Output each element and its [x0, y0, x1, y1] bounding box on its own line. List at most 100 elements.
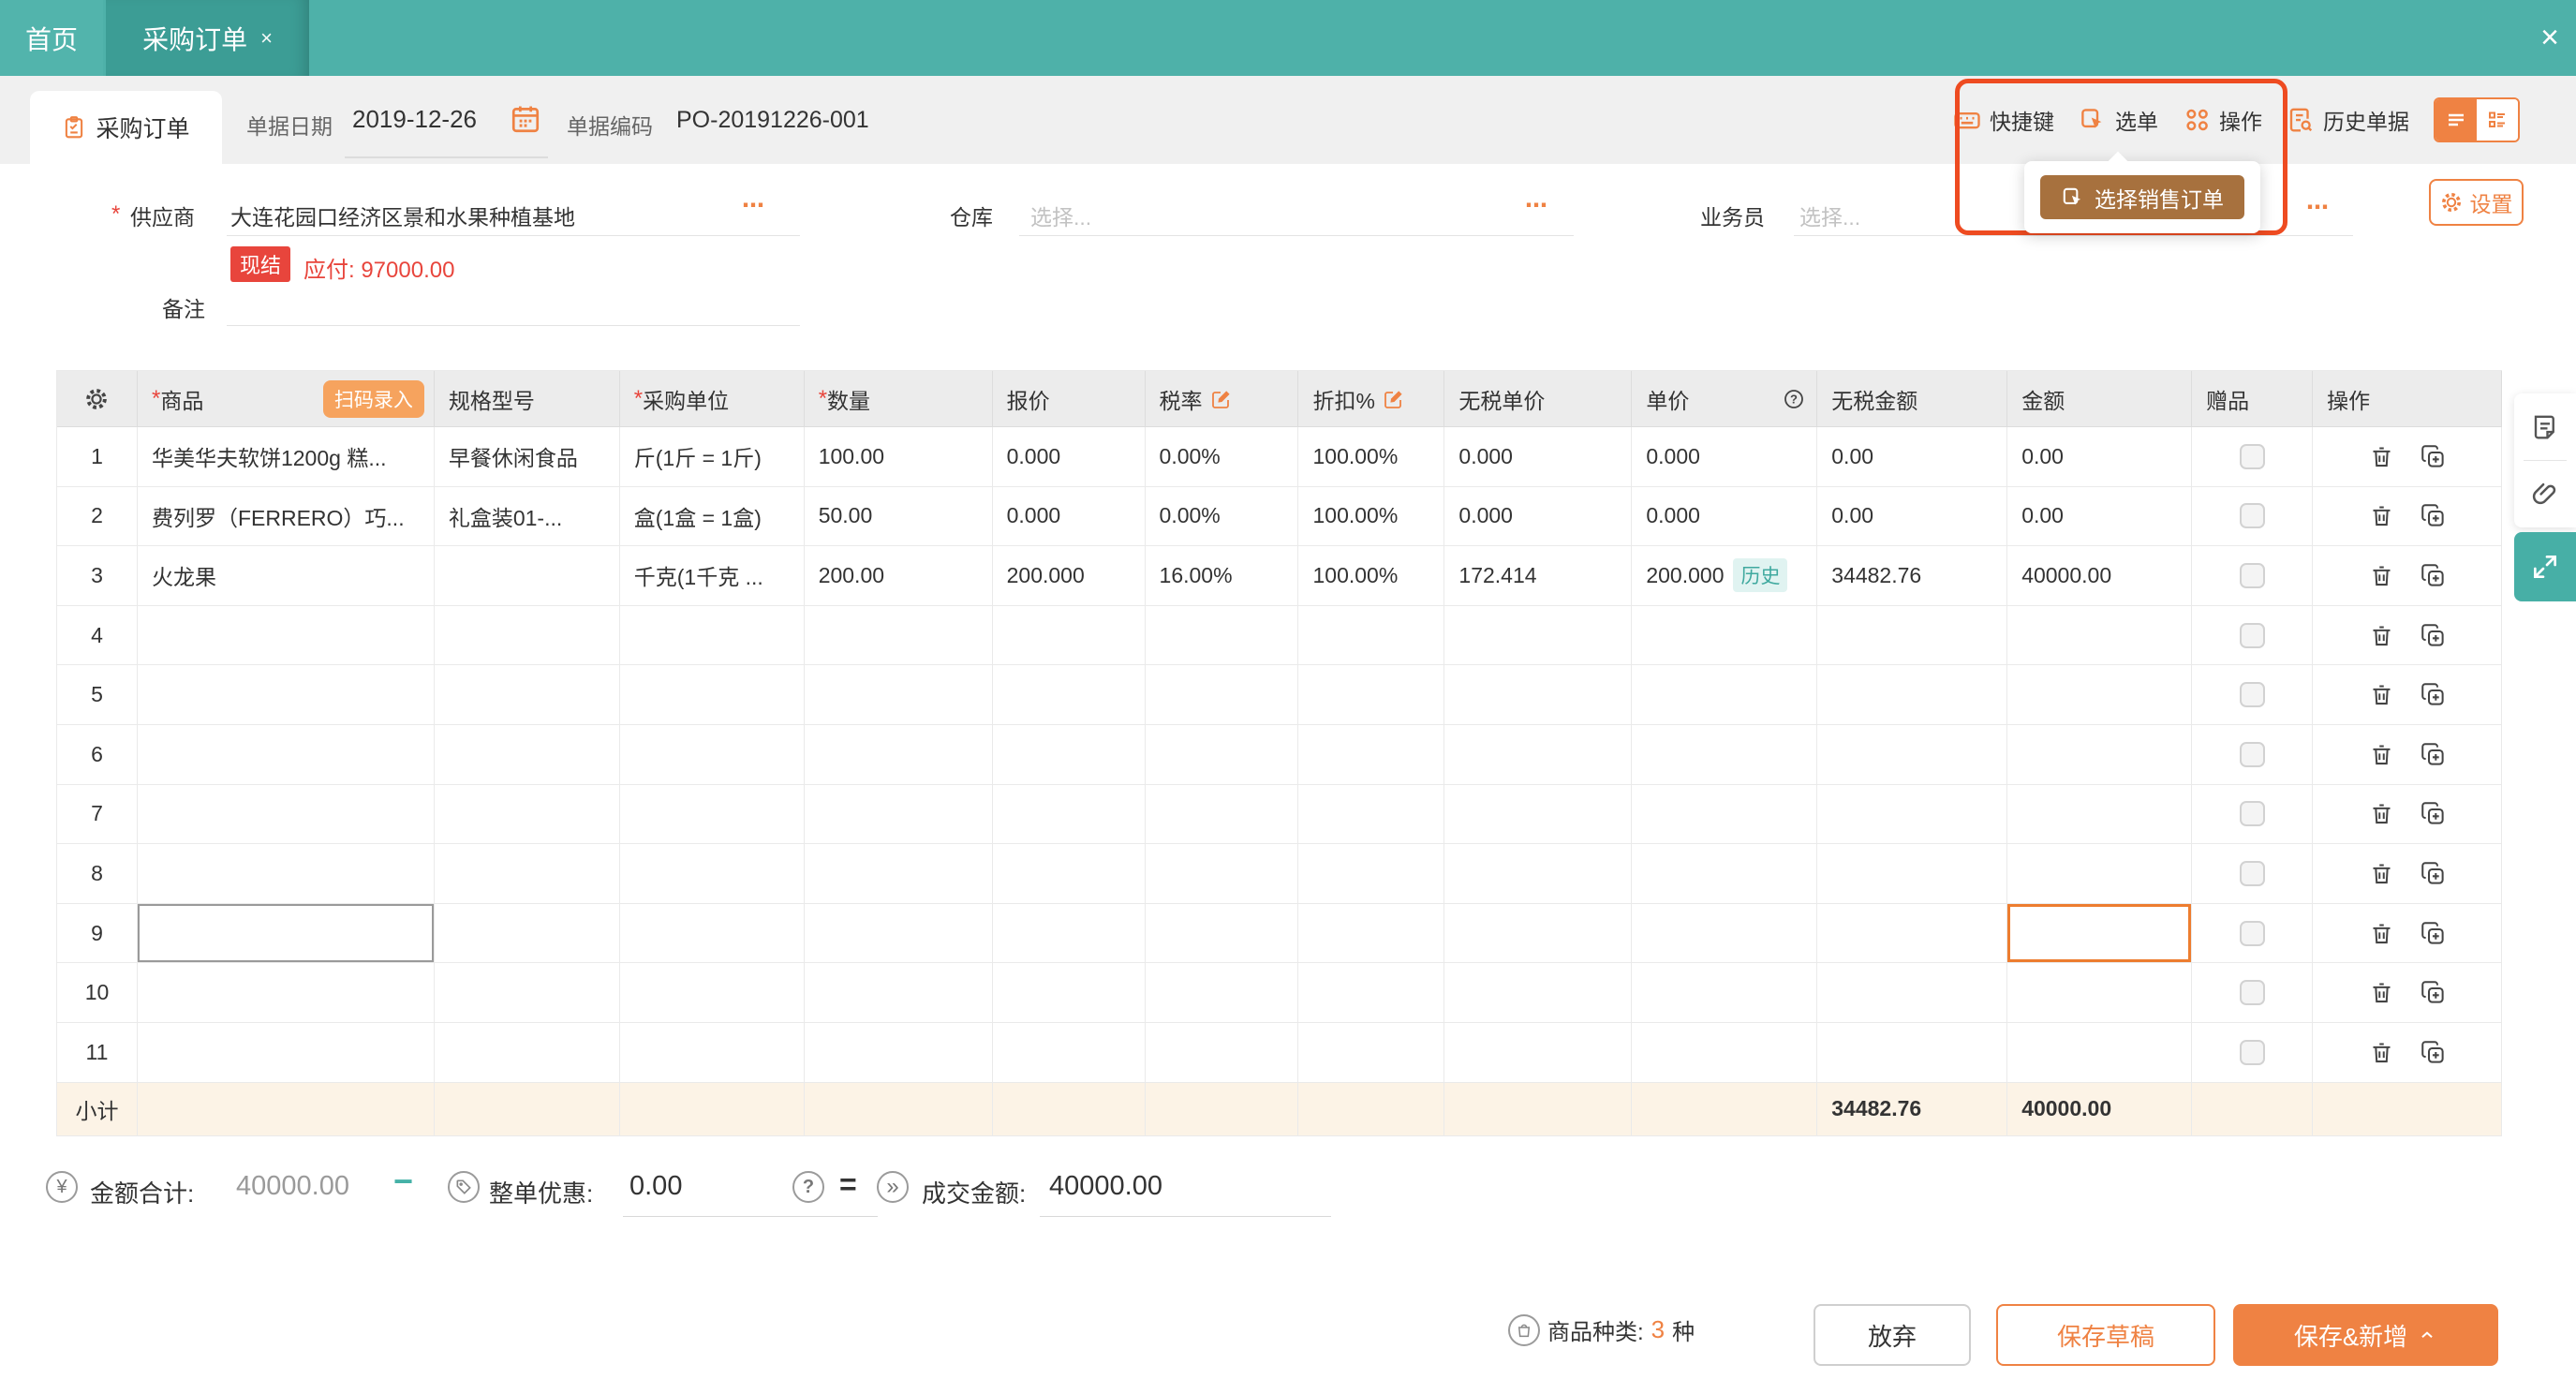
question-circle-icon[interactable]: ? — [792, 1171, 824, 1203]
attachment-button[interactable] — [2514, 461, 2576, 527]
cell-tax[interactable] — [1145, 903, 1299, 964]
cell-amount_notax[interactable] — [1817, 963, 2008, 1023]
gift-checkbox[interactable] — [2239, 801, 2265, 827]
cell-unit[interactable] — [619, 1022, 805, 1083]
column-settings-icon[interactable] — [84, 387, 109, 411]
delete-row-icon[interactable] — [2369, 742, 2394, 767]
cell-spec[interactable] — [434, 546, 620, 606]
cell-spec[interactable] — [434, 1022, 620, 1083]
cell-unit[interactable] — [619, 784, 805, 845]
cell-amount[interactable] — [2007, 605, 2193, 666]
cell-tax[interactable]: 0.00% — [1145, 427, 1299, 487]
cell-tax[interactable] — [1145, 605, 1299, 666]
cell-product[interactable] — [137, 724, 435, 785]
cell-unit[interactable] — [619, 665, 805, 725]
history-docs-button[interactable]: 历史单据 — [2287, 104, 2409, 136]
cell-amount_notax[interactable]: 0.00 — [1817, 427, 2008, 487]
delete-row-icon[interactable] — [2369, 503, 2394, 528]
gift-checkbox[interactable] — [2239, 920, 2265, 946]
cell-product[interactable] — [137, 665, 435, 725]
cell-amount[interactable] — [2007, 963, 2193, 1023]
cell-discount[interactable] — [1298, 665, 1445, 725]
cell-price_notax[interactable] — [1444, 605, 1633, 666]
cell-price[interactable] — [1632, 1022, 1818, 1083]
copy-row-icon[interactable] — [2421, 1040, 2446, 1065]
cell-amount_notax[interactable] — [1817, 665, 2008, 725]
copy-row-icon[interactable] — [2421, 980, 2446, 1005]
expand-button[interactable] — [2514, 532, 2576, 601]
salesman-more-icon[interactable]: ⋯ — [2306, 194, 2331, 221]
cell-price_notax[interactable]: 0.000 — [1444, 486, 1633, 547]
cell-amount[interactable] — [2007, 724, 2193, 785]
cell-price_notax[interactable]: 172.414 — [1444, 546, 1633, 606]
cell-amount[interactable] — [2007, 844, 2193, 904]
cell-spec[interactable] — [434, 963, 620, 1023]
save-draft-button[interactable]: 保存草稿 — [1996, 1304, 2215, 1366]
cell-product[interactable] — [137, 1022, 435, 1083]
cell-unit[interactable] — [619, 844, 805, 904]
cell-qty[interactable]: 50.00 — [804, 486, 993, 547]
delete-row-icon[interactable] — [2369, 623, 2394, 648]
cell-amount_notax[interactable] — [1817, 605, 2008, 666]
edit-icon[interactable] — [1210, 388, 1233, 410]
cell-amount_notax[interactable] — [1817, 844, 2008, 904]
cell-amount[interactable] — [2007, 784, 2193, 845]
cell-quote[interactable] — [992, 1022, 1146, 1083]
cell-product[interactable] — [137, 605, 435, 666]
cell-amount_notax[interactable] — [1817, 724, 2008, 785]
cell-amount[interactable] — [2007, 1022, 2193, 1083]
cell-price[interactable]: 0.000 — [1632, 486, 1818, 547]
cell-quote[interactable] — [992, 605, 1146, 666]
cell-amount[interactable]: 40000.00 — [2007, 546, 2193, 606]
gift-checkbox[interactable] — [2239, 562, 2265, 588]
cell-discount[interactable]: 100.00% — [1298, 427, 1445, 487]
cell-product[interactable]: 费列罗（FERRERO）巧... — [137, 486, 435, 547]
edit-icon[interactable] — [1383, 388, 1405, 410]
cell-tax[interactable] — [1145, 665, 1299, 725]
cell-price_notax[interactable] — [1444, 903, 1633, 964]
cell-spec[interactable]: 礼盒装01-... — [434, 486, 620, 547]
select-order-button[interactable]: 选单 — [2079, 104, 2158, 136]
cell-unit[interactable] — [619, 963, 805, 1023]
discount-value[interactable]: 0.00 — [629, 1171, 682, 1202]
cell-discount[interactable] — [1298, 844, 1445, 904]
tab-purchase-order[interactable]: 采购订单 × — [106, 0, 309, 76]
delete-row-icon[interactable] — [2369, 921, 2394, 946]
warehouse-select[interactable]: 选择... — [1030, 200, 1091, 231]
gift-checkbox[interactable] — [2239, 980, 2265, 1006]
gift-checkbox[interactable] — [2239, 860, 2265, 886]
cell-qty[interactable] — [804, 844, 993, 904]
cell-quote[interactable] — [992, 724, 1146, 785]
cell-qty[interactable] — [804, 784, 993, 845]
cell-spec[interactable]: 早餐休闲食品 — [434, 427, 620, 487]
delete-row-icon[interactable] — [2369, 980, 2394, 1005]
tab-home[interactable]: 首页 — [0, 0, 103, 76]
cell-price[interactable] — [1632, 844, 1818, 904]
delete-row-icon[interactable] — [2369, 563, 2394, 588]
cell-unit[interactable]: 盒(1盒 = 1盒) — [619, 486, 805, 547]
actions-button[interactable]: 操作 — [2183, 104, 2262, 136]
cell-product[interactable] — [137, 784, 435, 845]
cell-price[interactable]: 200.000 历史 — [1632, 546, 1818, 606]
cell-amount_notax[interactable] — [1817, 784, 2008, 845]
cell-spec[interactable] — [434, 784, 620, 845]
cell-tax[interactable] — [1145, 844, 1299, 904]
cell-price[interactable] — [1632, 665, 1818, 725]
shortcut-keys-button[interactable]: 快捷键 — [1953, 104, 2054, 136]
cell-amount[interactable] — [2007, 903, 2193, 964]
cell-unit[interactable]: 斤(1斤 = 1斤) — [619, 427, 805, 487]
delete-row-icon[interactable] — [2369, 1040, 2394, 1065]
tab-close-icon[interactable]: × — [260, 26, 273, 51]
close-icon[interactable]: × — [2529, 15, 2570, 60]
save-and-new-button[interactable]: 保存&新增 — [2233, 1304, 2498, 1366]
notes-button[interactable] — [2514, 393, 2576, 460]
cell-amount_notax[interactable] — [1817, 1022, 2008, 1083]
cell-quote[interactable]: 0.000 — [992, 486, 1146, 547]
copy-row-icon[interactable] — [2421, 921, 2446, 946]
cell-qty[interactable]: 200.00 — [804, 546, 993, 606]
cancel-button[interactable]: 放弃 — [1814, 1304, 1971, 1366]
copy-row-icon[interactable] — [2421, 503, 2446, 528]
cell-unit[interactable]: 千克(1千克 ... — [619, 546, 805, 606]
cell-qty[interactable] — [804, 1022, 993, 1083]
select-sales-order-button[interactable]: 选择销售订单 — [2040, 175, 2244, 219]
